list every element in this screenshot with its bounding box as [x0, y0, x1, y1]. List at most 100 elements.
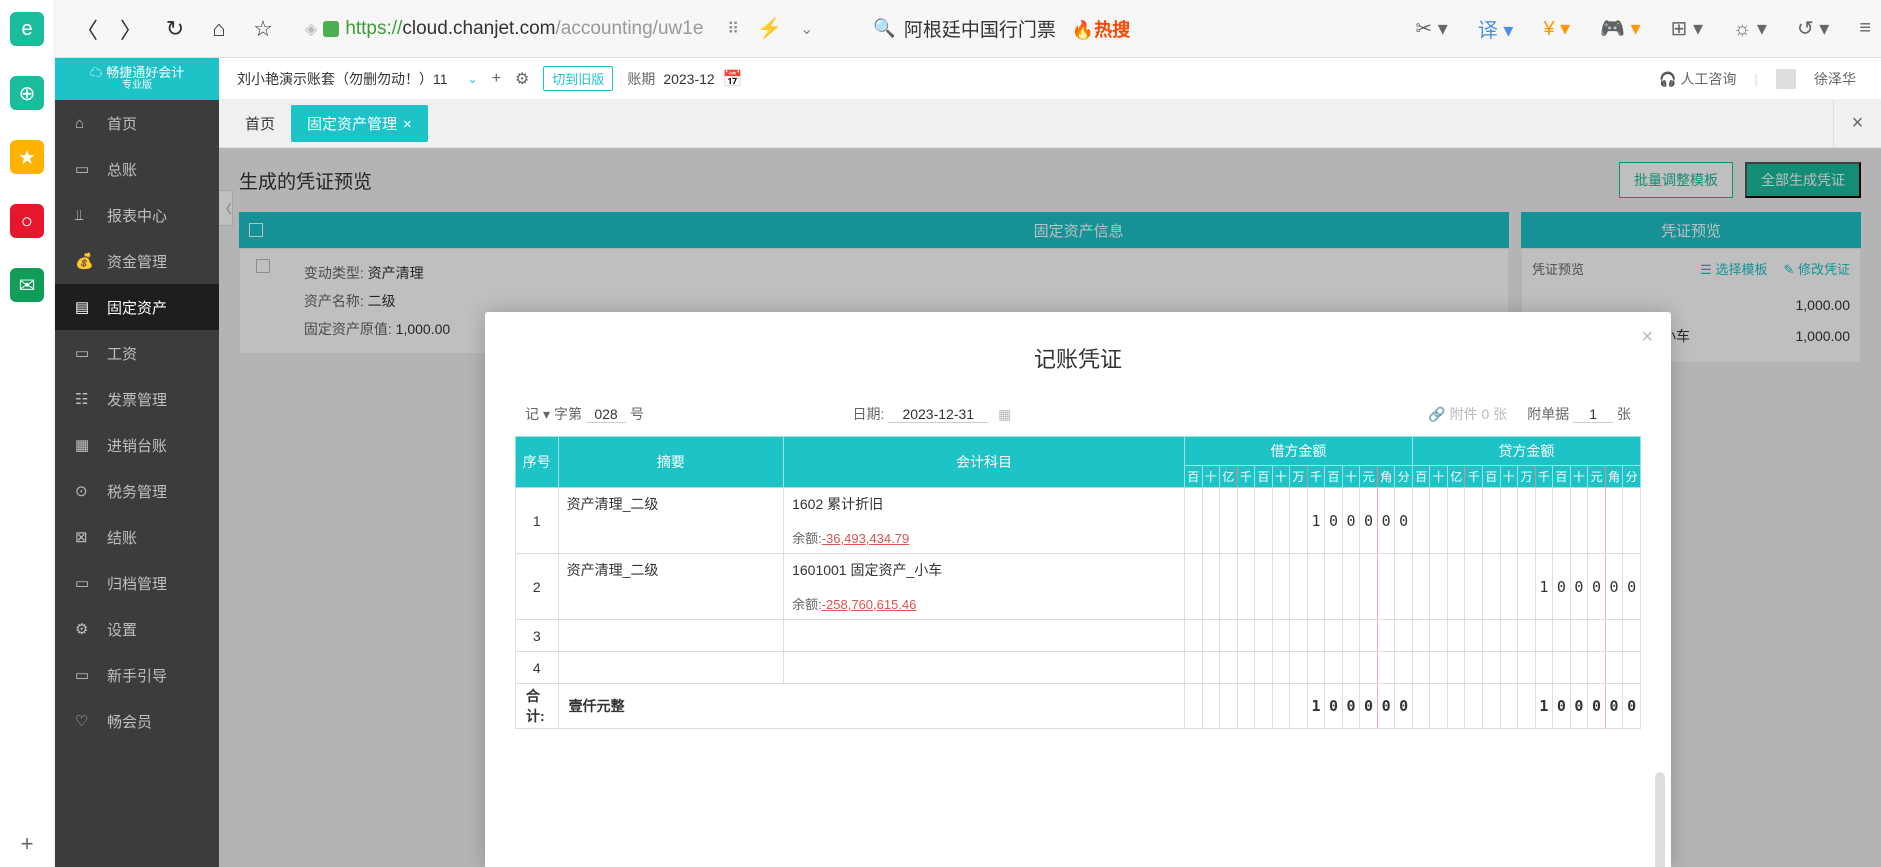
credit-digit[interactable]	[1570, 488, 1588, 554]
credit-digit[interactable]	[1483, 620, 1501, 652]
row-account[interactable]: 1602 累计折旧余额:-36,493,434.79	[784, 488, 1185, 554]
credit-digit[interactable]	[1465, 554, 1483, 620]
debit-digit[interactable]	[1202, 620, 1220, 652]
row-account[interactable]	[784, 652, 1185, 684]
back-button[interactable]: 〈	[65, 7, 109, 51]
debit-digit[interactable]	[1290, 554, 1308, 620]
reload-button[interactable]: ↻	[153, 7, 197, 51]
date-input[interactable]: 2023-12-31	[888, 406, 988, 423]
wallet-icon[interactable]: ¥ ▾	[1543, 16, 1570, 41]
credit-digit[interactable]	[1500, 652, 1518, 684]
dataset-selector[interactable]: 刘小艳演示账套（勿删勿动！）11	[237, 69, 448, 89]
sidebar-item-funds[interactable]: 💰资金管理	[55, 238, 219, 284]
chevron-down-icon[interactable]: ⌄	[800, 19, 813, 39]
credit-digit[interactable]	[1483, 652, 1501, 684]
debit-digit[interactable]	[1307, 652, 1325, 684]
debit-digit[interactable]	[1290, 652, 1308, 684]
debit-digit[interactable]	[1342, 652, 1360, 684]
sidebar-item-reports[interactable]: ⫫报表中心	[55, 192, 219, 238]
credit-digit[interactable]	[1412, 652, 1430, 684]
tab-home[interactable]: 首页	[229, 105, 291, 142]
credit-digit[interactable]: 0	[1605, 554, 1623, 620]
weibo-icon[interactable]: ဝ	[10, 204, 44, 238]
add-dataset-button[interactable]: +	[492, 70, 501, 88]
credit-digit[interactable]	[1553, 488, 1571, 554]
credit-digit[interactable]	[1623, 620, 1641, 652]
debit-digit[interactable]: 0	[1325, 488, 1343, 554]
voucher-type[interactable]: 记	[525, 404, 539, 424]
browser-logo-icon[interactable]: e	[10, 12, 44, 46]
debit-digit[interactable]	[1377, 554, 1395, 620]
debit-digit[interactable]	[1307, 620, 1325, 652]
credit-digit[interactable]	[1412, 554, 1430, 620]
support-link[interactable]: 🎧 人工咨询	[1659, 69, 1736, 89]
credit-digit[interactable]	[1447, 554, 1465, 620]
credit-digit[interactable]: 1	[1535, 554, 1553, 620]
credit-digit[interactable]	[1500, 620, 1518, 652]
debit-digit[interactable]	[1184, 488, 1202, 554]
credit-digit[interactable]	[1588, 652, 1606, 684]
debit-digit[interactable]	[1184, 620, 1202, 652]
gear-icon[interactable]: ⚙	[515, 69, 529, 89]
credit-digit[interactable]	[1623, 652, 1641, 684]
debit-digit[interactable]	[1360, 554, 1378, 620]
mail-icon[interactable]: ✉	[10, 268, 44, 302]
bolt-icon[interactable]: ⚡	[757, 16, 782, 41]
credit-digit[interactable]: 0	[1623, 554, 1641, 620]
voucher-number-input[interactable]: 028	[586, 406, 626, 423]
credit-digit[interactable]	[1588, 620, 1606, 652]
debit-digit[interactable]	[1220, 620, 1238, 652]
sheet-count-input[interactable]: 1	[1573, 406, 1613, 423]
url-bar[interactable]: ◈ https://cloud.chanjet.com/accounting/u…	[305, 16, 813, 41]
tab-fixed-assets[interactable]: 固定资产管理×	[291, 105, 428, 142]
qr-icon[interactable]: ⠿	[727, 19, 739, 39]
calendar-icon[interactable]: 📅	[723, 69, 743, 89]
debit-digit[interactable]	[1202, 652, 1220, 684]
credit-digit[interactable]	[1518, 554, 1536, 620]
credit-digit[interactable]	[1535, 652, 1553, 684]
credit-digit[interactable]	[1535, 488, 1553, 554]
credit-digit[interactable]	[1605, 620, 1623, 652]
credit-digit[interactable]	[1518, 652, 1536, 684]
voucher-row[interactable]: 1资产清理_二级1602 累计折旧余额:-36,493,434.79100000	[516, 488, 1641, 554]
sidebar-item-invoice[interactable]: ☷发票管理	[55, 376, 219, 422]
translate-icon[interactable]: 译 ▾	[1478, 14, 1514, 43]
sidebar-item-member[interactable]: ♡畅会员	[55, 698, 219, 744]
debit-digit[interactable]	[1237, 488, 1255, 554]
row-summary[interactable]	[558, 652, 784, 684]
debit-digit[interactable]	[1290, 620, 1308, 652]
row-summary[interactable]: 资产清理_二级	[558, 488, 784, 554]
credit-digit[interactable]	[1500, 554, 1518, 620]
debit-digit[interactable]	[1325, 554, 1343, 620]
credit-digit[interactable]	[1570, 652, 1588, 684]
debit-digit[interactable]	[1237, 554, 1255, 620]
grid-icon[interactable]: ⊞ ▾	[1671, 16, 1703, 41]
debit-digit[interactable]	[1184, 652, 1202, 684]
debit-digit[interactable]	[1395, 652, 1413, 684]
sidebar-item-salary[interactable]: ▭工资	[55, 330, 219, 376]
debit-digit[interactable]	[1395, 554, 1413, 620]
sidebar-item-fixed-assets[interactable]: ▤固定资产	[55, 284, 219, 330]
row-summary[interactable]	[558, 620, 784, 652]
credit-digit[interactable]	[1465, 620, 1483, 652]
debit-digit[interactable]	[1272, 652, 1290, 684]
debit-digit[interactable]	[1220, 488, 1238, 554]
modal-scrollbar[interactable]	[1655, 772, 1665, 867]
credit-digit[interactable]: 0	[1570, 554, 1588, 620]
debit-digit[interactable]	[1325, 620, 1343, 652]
credit-digit[interactable]	[1605, 652, 1623, 684]
debit-digit[interactable]	[1377, 620, 1395, 652]
credit-digit[interactable]	[1535, 620, 1553, 652]
os-add-icon[interactable]: +	[21, 831, 34, 857]
credit-digit[interactable]	[1430, 620, 1448, 652]
debit-digit[interactable]	[1237, 652, 1255, 684]
avatar[interactable]	[1776, 69, 1796, 89]
calendar-icon[interactable]: ▦	[998, 406, 1011, 422]
credit-digit[interactable]: 0	[1588, 554, 1606, 620]
debit-digit[interactable]: 1	[1307, 488, 1325, 554]
attachment-link[interactable]: 🔗 附件 0 张	[1428, 404, 1507, 424]
credit-digit[interactable]	[1518, 488, 1536, 554]
credit-digit[interactable]	[1412, 488, 1430, 554]
debit-digit[interactable]	[1237, 620, 1255, 652]
credit-digit[interactable]	[1430, 652, 1448, 684]
